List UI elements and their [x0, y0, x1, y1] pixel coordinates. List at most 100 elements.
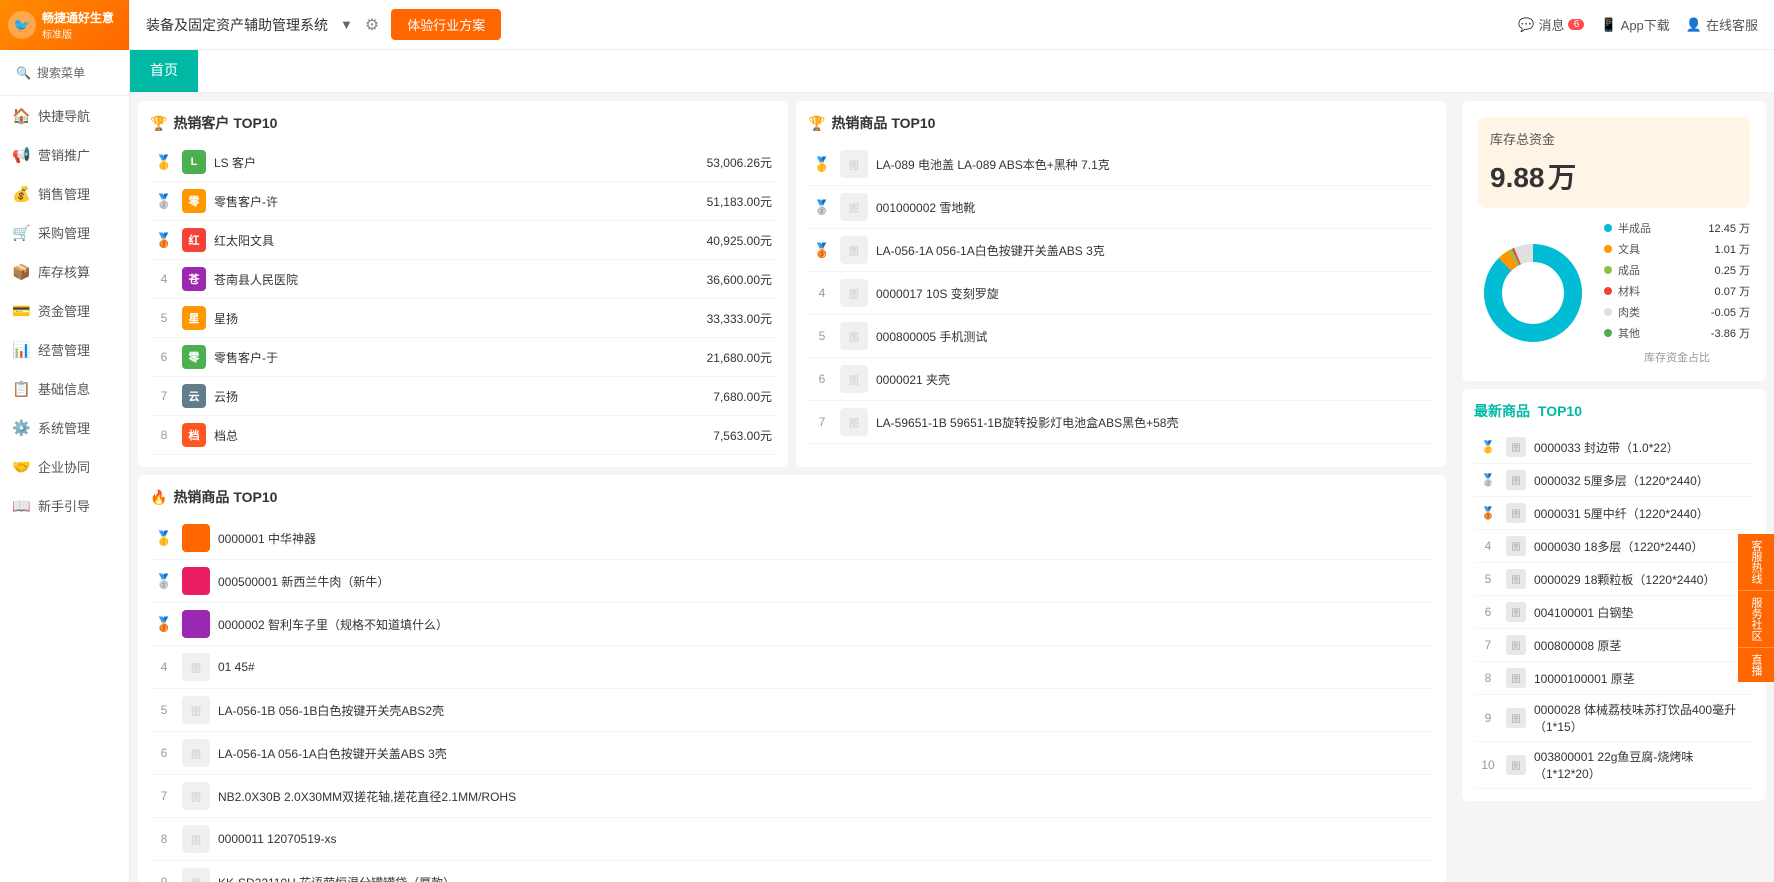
- sidebar-item-sales[interactable]: 💰 销售管理: [0, 174, 129, 213]
- sidebar-search[interactable]: 🔍 搜索菜单: [0, 50, 129, 96]
- rank-number: 🥈: [154, 573, 174, 590]
- customer-value: 21,680.00元: [707, 349, 772, 366]
- latest-product-row: 8图10000100001 原茎: [1474, 662, 1754, 695]
- sidebar-item-basic-info[interactable]: 📋 基础信息: [0, 369, 129, 408]
- sidebar-item-operations[interactable]: 📊 经营管理: [0, 330, 129, 369]
- customer-value: 33,333.00元: [707, 310, 772, 327]
- sidebar-item-label: 销售管理: [38, 184, 90, 203]
- product-thumbnail: 图: [182, 825, 210, 853]
- product-thumbnail: 图: [1506, 536, 1526, 556]
- product-name: 01 45#: [218, 660, 1430, 674]
- legend-name: 成品: [1618, 262, 1709, 278]
- sidebar-item-finance[interactable]: 💳 资金管理: [0, 291, 129, 330]
- shortcuts-icon: 🏠: [12, 107, 30, 125]
- app-name: 畅捷通好生意: [42, 9, 114, 26]
- product-name: LA-59651-1B 59651-1B旋转投影灯电池盒ABS黑色+58壳: [876, 414, 1430, 431]
- legend-color-dot: [1604, 245, 1612, 253]
- customer-ranking-row: 4苍苍南县人民医院36,600.00元: [150, 260, 776, 299]
- app-download-button[interactable]: 📱 App下载: [1600, 15, 1669, 34]
- latest-product-row: 5图0000029 18颗粒板（1220*2440）: [1474, 563, 1754, 596]
- trial-button[interactable]: 体验行业方案: [391, 9, 501, 40]
- legend-color-dot: [1604, 224, 1612, 232]
- customer-value: 40,925.00元: [707, 232, 772, 249]
- sidebar: 🐦 畅捷通好生意 标准版 🔍 搜索菜单 🏠 快捷导航 📢 营销推广 💰 销售管理…: [0, 0, 130, 882]
- customer-name: 零售客户-许: [214, 193, 699, 210]
- fire-icon: 🔥: [150, 489, 167, 506]
- rank-number: 5: [154, 311, 174, 325]
- latest-product-row: 4图0000030 18多层（1220*2440）: [1474, 530, 1754, 563]
- sidebar-item-label: 系统管理: [38, 418, 90, 437]
- online-service-button[interactable]: 👤 在线客服: [1686, 15, 1758, 34]
- legend-value: -3.86 万: [1711, 325, 1750, 341]
- sidebar-item-marketing[interactable]: 📢 营销推广: [0, 135, 129, 174]
- sidebar-item-system[interactable]: ⚙️ 系统管理: [0, 408, 129, 447]
- sidebar-item-label: 基础信息: [38, 379, 90, 398]
- product-name: 001000002 雪地靴: [876, 199, 1430, 216]
- hot-products-bottom-list: 🥇0000001 中华神器🥈000500001 新西兰牛肉（新牛）🥉000000…: [150, 517, 1434, 882]
- main-area: 装备及固定资产辅助管理系统 ▼ ⚙ 体验行业方案 💬 消息 6 📱 App下载 …: [130, 0, 1774, 882]
- search-menu-label: 搜索菜单: [37, 64, 85, 81]
- rank-number: 4: [154, 660, 174, 674]
- settings-icon[interactable]: ⚙: [365, 15, 379, 35]
- guide-icon: 📖: [12, 497, 30, 515]
- product-name: 0000002 智利车子里（规格不知道填什么）: [218, 616, 1430, 633]
- tab-home[interactable]: 首页: [130, 50, 198, 92]
- message-button[interactable]: 💬 消息 6: [1518, 15, 1584, 34]
- product-name: 0000017 10S 变刻罗旋: [876, 285, 1430, 302]
- legend-name: 材料: [1618, 283, 1709, 299]
- product-thumbnail: [182, 567, 210, 595]
- hot-product-row: 🥇图LA-089 电池盖 LA-089 ABS本色+黑种 7.1克: [808, 143, 1434, 186]
- float-live-button[interactable]: 直播: [1738, 648, 1774, 682]
- customer-avatar: 星: [182, 306, 206, 330]
- sidebar-item-shortcuts[interactable]: 🏠 快捷导航: [0, 96, 129, 135]
- inventory-legend: 半成品12.45 万文具1.01 万成品0.25 万材料0.07 万肉类-0.0…: [1604, 220, 1750, 365]
- customer-avatar: 档: [182, 423, 206, 447]
- product-thumbnail: 图: [840, 408, 868, 436]
- legend-name: 肉类: [1618, 304, 1705, 320]
- legend-name: 文具: [1618, 241, 1709, 257]
- customer-value: 36,600.00元: [707, 271, 772, 288]
- product-thumbnail: 图: [1506, 602, 1526, 622]
- operations-icon: 📊: [12, 341, 30, 359]
- rank-number: 6: [812, 372, 832, 386]
- sidebar-item-purchase[interactable]: 🛒 采购管理: [0, 213, 129, 252]
- product-thumbnail: 图: [840, 365, 868, 393]
- product-thumbnail: 图: [1506, 668, 1526, 688]
- sidebar-item-guide[interactable]: 📖 新手引导: [0, 486, 129, 525]
- rank-number: 🥉: [154, 616, 174, 633]
- product-thumbnail: 图: [840, 236, 868, 264]
- rank-number: 5: [154, 703, 174, 717]
- product-name: 000800005 手机测试: [876, 328, 1430, 345]
- dropdown-arrow[interactable]: ▼: [340, 17, 353, 32]
- hot-product-row: 4图0000017 10S 变刻罗旋: [808, 272, 1434, 315]
- hot-product-row: 🥈图001000002 雪地靴: [808, 186, 1434, 229]
- legend-item: 文具1.01 万: [1604, 241, 1750, 257]
- rank-number: 6: [154, 350, 174, 364]
- top-rankings: 🏆 热销客户 TOP10 🥇LLS 客户53,006.26元🥈零零售客户-许51…: [138, 101, 1446, 475]
- logo-icon: 🐦: [8, 11, 36, 39]
- float-community-button[interactable]: 服务社区: [1738, 591, 1774, 648]
- sidebar-item-inventory[interactable]: 📦 库存核算: [0, 252, 129, 291]
- product-name: 0000001 中华神器: [218, 530, 1430, 547]
- product-name: 0000011 12070519-xs: [218, 832, 1430, 846]
- customer-ranking-list: 🥇LLS 客户53,006.26元🥈零零售客户-许51,183.00元🥉红红太阳…: [150, 143, 776, 455]
- message-label: 消息: [1538, 15, 1564, 34]
- rank-number: 8: [1478, 671, 1498, 685]
- rank-number: 🥉: [1478, 506, 1498, 520]
- legend-value: -0.05 万: [1711, 304, 1750, 320]
- float-service-button[interactable]: 客服热线: [1738, 534, 1774, 591]
- latest-product-row: 🥉图0000031 5厘中纤（1220*2440）: [1474, 497, 1754, 530]
- legend-item: 材料0.07 万: [1604, 283, 1750, 299]
- customer-ranking-row: 8档档总7,563.00元: [150, 416, 776, 455]
- customer-ranking-row: 7云云扬7,680.00元: [150, 377, 776, 416]
- topbar-right: 💬 消息 6 📱 App下载 👤 在线客服: [1518, 15, 1758, 34]
- search-menu-button[interactable]: 🔍 搜索菜单: [8, 58, 121, 87]
- latest-product-row: 🥈图0000032 5厘多层（1220*2440）: [1474, 464, 1754, 497]
- sidebar-item-label: 营销推广: [38, 145, 90, 164]
- sidebar-item-enterprise[interactable]: 🤝 企业协同: [0, 447, 129, 486]
- latest-product-row: 9图0000028 体械荔枝味苏打饮品400毫升（1*15）: [1474, 695, 1754, 742]
- float-buttons: 客服热线 服务社区 直播: [1738, 534, 1774, 682]
- customer-value: 7,563.00元: [713, 427, 772, 444]
- customer-value: 51,183.00元: [707, 193, 772, 210]
- product-name: 0000028 体械荔枝味苏打饮品400毫升（1*15）: [1534, 701, 1750, 735]
